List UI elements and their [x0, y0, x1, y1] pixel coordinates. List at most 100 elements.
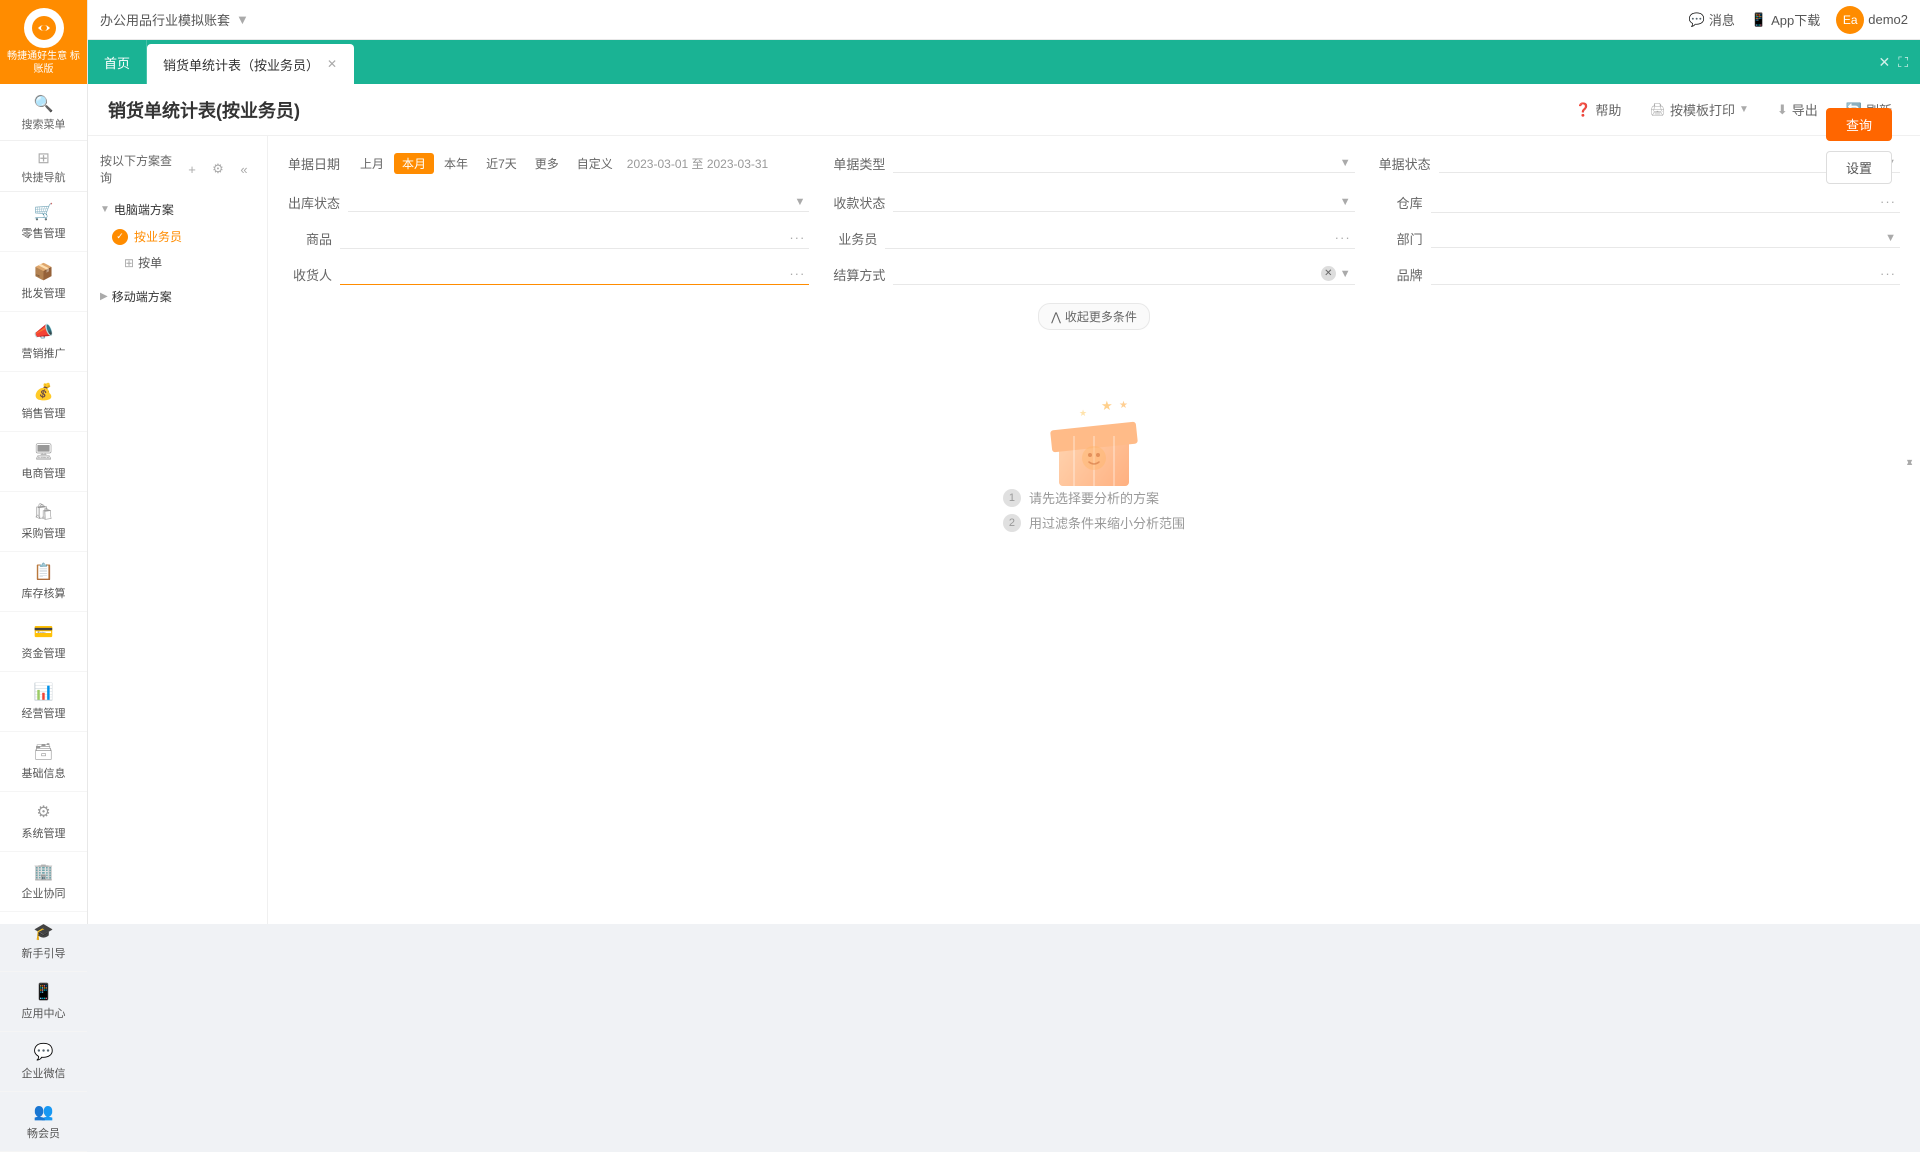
panel-actions: + ⚙ «: [181, 158, 255, 180]
collapse-label: 收起更多条件: [1065, 308, 1137, 325]
svg-text:★: ★: [1101, 398, 1113, 413]
export-icon: ⬇: [1777, 102, 1788, 118]
consignee-control[interactable]: ···: [340, 263, 809, 285]
page-wrapper: 销货单统计表(按业务员) ❓ 帮助 🖨 按模板打印 ▼ ⬇ 导出: [88, 84, 1920, 924]
sidebar-item-appcenter[interactable]: 📱 应用中心: [0, 972, 87, 1032]
warehouse-control[interactable]: ···: [1431, 191, 1900, 213]
desktop-scheme-label: 电脑端方案: [114, 201, 174, 218]
date-btn-this-year[interactable]: 本年: [436, 153, 476, 174]
sidebar-search[interactable]: 🔍 搜索菜单: [0, 84, 87, 141]
sidebar-item-system[interactable]: ⚙ 系统管理: [0, 792, 87, 852]
date-btn-this-month[interactable]: 本月: [394, 153, 434, 174]
sidebar-item-inventory[interactable]: 📋 库存核算: [0, 552, 87, 612]
filter-grid-4: 收货人 ··· 结算方式 ✕ ▼: [288, 263, 1900, 285]
help-label: 帮助: [1595, 100, 1621, 119]
out-status-label: 出库状态: [288, 193, 348, 212]
chevron-down-icon-desktop: ▼: [100, 204, 110, 215]
brand-dots-icon: ···: [1880, 266, 1896, 281]
sidebar-item-operations[interactable]: 📊 经营管理: [0, 672, 87, 732]
out-status-dropdown-icon: ▼: [794, 196, 805, 208]
desktop-scheme-toggle[interactable]: ▼ 电脑端方案: [88, 196, 267, 223]
avatar: Ea: [1836, 6, 1864, 34]
product-dots-icon: ···: [789, 230, 805, 245]
doc-type-control[interactable]: ▼: [893, 154, 1354, 173]
department-dropdown-icon: ▼: [1885, 232, 1896, 244]
empty-step-1: 1 请先选择要分析的方案: [1003, 488, 1185, 507]
mobile-scheme-toggle[interactable]: ▶ 移动端方案: [88, 283, 267, 310]
warehouse-label: 仓库: [1379, 193, 1431, 212]
out-status-control[interactable]: ▼: [348, 193, 809, 212]
settings-scheme-button[interactable]: ⚙: [207, 158, 229, 180]
collapse-panel-button[interactable]: «: [233, 158, 255, 180]
sidebar-item-finance[interactable]: 💳 资金管理: [0, 612, 87, 672]
print-dropdown-icon: ▼: [1739, 104, 1749, 115]
left-panel: 按以下方案查询 + ⚙ «: [88, 136, 268, 924]
export-button[interactable]: ⬇ 导出: [1769, 96, 1826, 123]
date-btn-more[interactable]: 更多: [527, 153, 567, 174]
sidebar-item-wholesale[interactable]: 📦 批发管理 ▲: [0, 252, 87, 312]
tab-sales-stat[interactable]: 销货单统计表（按业务员） ✕: [147, 44, 354, 84]
filter-product: 商品 ···: [288, 227, 809, 249]
collapse-button[interactable]: ⋀ 收起更多条件: [1038, 303, 1150, 330]
chevron-right-icon-mobile: ▶: [100, 291, 108, 302]
receive-status-control[interactable]: ▼: [893, 193, 1354, 212]
filter-settlement: 结算方式 ✕ ▼: [833, 263, 1354, 285]
filter-salesperson: 业务员 ···: [833, 227, 1354, 249]
setting-button[interactable]: 设置: [1826, 151, 1892, 184]
message-icon: 💬: [1689, 12, 1705, 28]
settlement-clear-icon[interactable]: ✕: [1321, 266, 1336, 281]
logo-icon: [24, 8, 64, 48]
panel-header-label: 按以下方案查询: [100, 152, 181, 186]
tab-home[interactable]: 首页: [88, 40, 147, 84]
app-download-label: App下载: [1771, 10, 1820, 29]
user-menu[interactable]: Ea demo2: [1836, 6, 1908, 34]
date-label: 单据日期: [288, 154, 348, 173]
tab-close-icon[interactable]: ✕: [327, 57, 337, 71]
date-btn-last-7days[interactable]: 近7天: [478, 153, 525, 174]
tab-expand: ✕ ⛶: [1866, 40, 1920, 84]
department-label: 部门: [1379, 229, 1431, 248]
settlement-control[interactable]: ✕ ▼: [893, 263, 1354, 285]
content: 销货单统计表(按业务员) ❓ 帮助 🖨 按模板打印 ▼ ⬇ 导出: [88, 84, 1920, 924]
sidebar-item-wechat[interactable]: 💬 企业微信: [0, 1032, 87, 1092]
consignee-dots-icon: ···: [789, 266, 805, 281]
salesperson-control[interactable]: ···: [885, 227, 1354, 249]
sidebar-item-member[interactable]: 👥 畅会员: [0, 1092, 87, 1152]
top-bar-right: 💬 消息 📱 App下载 Ea demo2: [1689, 6, 1908, 34]
sidebar-item-ecommerce[interactable]: 🖥 电商管理: [0, 432, 87, 492]
filter-out-status: 出库状态 ▼: [288, 191, 809, 213]
close-all-icon[interactable]: ✕: [1878, 54, 1890, 71]
doc-type-label: 单据类型: [833, 154, 893, 173]
collapse-icon: ⋀: [1051, 310, 1061, 324]
department-control[interactable]: ▼: [1431, 229, 1900, 248]
quick-nav[interactable]: ⊞ 快捷导航: [0, 141, 87, 192]
app-download-button[interactable]: 📱 App下载: [1751, 10, 1820, 29]
help-button[interactable]: ❓ 帮助: [1567, 96, 1629, 123]
sidebar-item-retail[interactable]: 🛒 零售管理 ▼: [0, 192, 87, 252]
query-button[interactable]: 查询: [1826, 136, 1892, 141]
sidebar-item-purchase[interactable]: 🛍 采购管理: [0, 492, 87, 552]
step-num-1: 1: [1003, 489, 1021, 507]
breadcrumb-dropdown-icon[interactable]: ▼: [236, 12, 249, 27]
logo-area[interactable]: 畅捷通好生意 标账版: [0, 0, 87, 84]
date-btn-custom[interactable]: 自定义: [569, 153, 621, 174]
sidebar-item-basic[interactable]: 🗃 基础信息: [0, 732, 87, 792]
filter-doc-status: 单据状态 ▼: [1379, 150, 1900, 177]
content-body: 按以下方案查询 + ⚙ «: [88, 136, 1920, 924]
product-control[interactable]: ···: [340, 227, 809, 249]
scheme-item-by-salesperson[interactable]: ✓ 按业务员: [88, 223, 267, 250]
sidebar-item-marketing[interactable]: 📣 营销推广: [0, 312, 87, 372]
print-button[interactable]: 🖨 按模板打印 ▼: [1641, 96, 1756, 123]
sidebar-item-sales[interactable]: 💰 销售管理: [0, 372, 87, 432]
sidebar-item-enterprise[interactable]: 🏢 企业协同: [0, 852, 87, 912]
sub-scheme-item-by-order[interactable]: ⊞ 按单: [88, 250, 267, 275]
breadcrumb: 办公用品行业模拟账套 ▼: [100, 10, 249, 29]
date-btn-last-month[interactable]: 上月: [352, 153, 392, 174]
main-area: 办公用品行业模拟账套 ▼ 💬 消息 📱 App下载 Ea demo2 首页: [88, 0, 1920, 924]
fullscreen-icon[interactable]: ⛶: [1898, 54, 1908, 71]
filter-grid-3: 商品 ··· 业务员 ···: [288, 227, 1900, 249]
add-scheme-button[interactable]: +: [181, 158, 203, 180]
brand-control[interactable]: ···: [1431, 263, 1900, 285]
message-button[interactable]: 💬 消息: [1689, 10, 1735, 29]
sidebar-item-newbie[interactable]: 🎓 新手引导: [0, 912, 87, 972]
